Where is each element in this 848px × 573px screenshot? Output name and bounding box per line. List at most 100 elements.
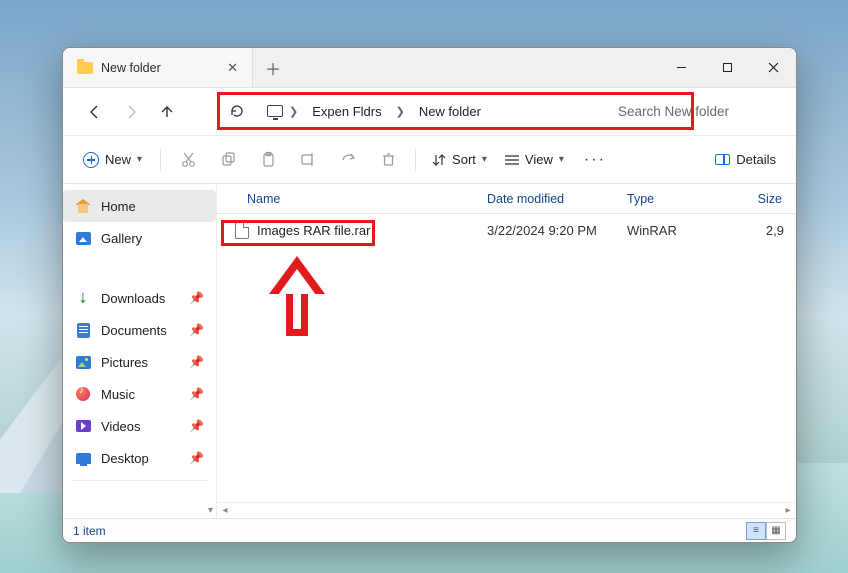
sidebar-item-downloads[interactable]: ⭣ Downloads 📌 (63, 282, 216, 314)
column-header-type[interactable]: Type (617, 192, 727, 206)
maximize-button[interactable] (704, 48, 750, 87)
tab-title: New folder (101, 61, 161, 75)
music-icon (75, 386, 91, 402)
file-list-area: Name Date modified Type Size Images RAR … (217, 184, 796, 518)
pin-icon: 📌 (189, 387, 204, 401)
sort-icon (432, 153, 446, 167)
new-label: New (105, 152, 131, 167)
view-button[interactable]: View ▾ (497, 146, 572, 173)
close-button[interactable] (750, 48, 796, 87)
sidebar-item-label: Pictures (101, 355, 148, 370)
titlebar: New folder ✕ ＋ (63, 48, 796, 88)
search-input[interactable] (618, 104, 738, 119)
scroll-left-icon[interactable]: ◂ (217, 505, 233, 516)
sidebar-item-home[interactable]: Home (63, 190, 216, 222)
navigation-pane: Home Gallery ⭣ Downloads 📌 Documents (63, 184, 217, 518)
explorer-body: Home Gallery ⭣ Downloads 📌 Documents (63, 184, 796, 518)
chevron-down-icon: ▾ (137, 154, 142, 165)
sort-button[interactable]: Sort ▾ (424, 146, 495, 173)
search-box[interactable] (618, 94, 738, 128)
sort-label: Sort (452, 152, 476, 167)
status-item-count: 1 item (73, 524, 106, 538)
address-bar[interactable]: ❯ Expen Fldrs ❯ New folder (223, 94, 489, 128)
status-bar: 1 item ≡ ▦ (63, 518, 796, 542)
more-button[interactable]: ··· (574, 145, 616, 175)
horizontal-scrollbar[interactable]: ◂ ▸ (217, 502, 796, 518)
command-bar: New ▾ Sort ▾ View ▾ ··· (63, 136, 796, 184)
view-label: View (525, 152, 553, 167)
pin-icon: 📌 (189, 419, 204, 433)
sidebar-item-label: Gallery (101, 231, 142, 246)
cut-button[interactable] (169, 142, 207, 178)
sidebar-item-label: Downloads (101, 291, 165, 306)
paste-button[interactable] (249, 142, 287, 178)
gallery-icon (75, 230, 91, 246)
sidebar-item-documents[interactable]: Documents 📌 (63, 314, 216, 346)
videos-icon (75, 418, 91, 434)
sidebar-item-gallery[interactable]: Gallery (63, 222, 216, 254)
sidebar-item-label: Videos (101, 419, 141, 434)
home-icon (75, 198, 91, 214)
column-headers: Name Date modified Type Size (217, 184, 796, 214)
view-icon (505, 154, 519, 166)
delete-button[interactable] (369, 142, 407, 178)
pin-icon: 📌 (189, 355, 204, 369)
desktop-icon (75, 450, 91, 466)
details-view-mode-button[interactable]: ≡ (746, 522, 766, 540)
navigation-bar: ❯ Expen Fldrs ❯ New folder (63, 88, 796, 136)
new-button[interactable]: New ▾ (73, 146, 152, 174)
breadcrumb-segment[interactable]: Expen Fldrs (304, 100, 389, 123)
column-header-date[interactable]: Date modified (477, 192, 617, 206)
forward-button[interactable] (113, 94, 149, 130)
sidebar-scroll-down-icon[interactable]: ▾ (208, 505, 213, 516)
tab-close-icon[interactable]: ✕ (227, 60, 238, 76)
file-size: 2,9 (727, 223, 796, 238)
scroll-right-icon[interactable]: ▸ (780, 505, 796, 516)
plus-icon (83, 152, 99, 168)
share-button[interactable] (329, 142, 367, 178)
sidebar-item-label: Documents (101, 323, 167, 338)
chevron-right-icon[interactable]: ❯ (287, 105, 300, 118)
file-type: WinRAR (617, 223, 727, 238)
window-tab[interactable]: New folder ✕ (63, 48, 253, 87)
sidebar-item-label: Desktop (101, 451, 149, 466)
sidebar-item-videos[interactable]: Videos 📌 (63, 410, 216, 442)
pin-icon: 📌 (189, 323, 204, 337)
copy-button[interactable] (209, 142, 247, 178)
sidebar-item-pictures[interactable]: Pictures 📌 (63, 346, 216, 378)
sidebar-divider (71, 480, 208, 481)
separator (160, 149, 161, 171)
sidebar-item-desktop[interactable]: Desktop 📌 (63, 442, 216, 474)
minimize-button[interactable] (658, 48, 704, 87)
sidebar-item-label: Music (101, 387, 135, 402)
large-icons-view-mode-button[interactable]: ▦ (766, 522, 786, 540)
documents-icon (75, 322, 91, 338)
sidebar-item-label: Home (101, 199, 136, 214)
column-header-size[interactable]: Size (727, 192, 796, 206)
details-pane-button[interactable]: Details (705, 146, 786, 173)
pictures-icon (75, 354, 91, 370)
pin-icon: 📌 (189, 291, 204, 305)
breadcrumb-segment[interactable]: New folder (411, 100, 489, 123)
pin-icon: 📌 (189, 451, 204, 465)
sidebar-item-music[interactable]: Music 📌 (63, 378, 216, 410)
file-explorer-window: New folder ✕ ＋ (62, 47, 797, 543)
annotation-up-arrow (269, 256, 325, 294)
separator (415, 149, 416, 171)
rename-button[interactable] (289, 142, 327, 178)
details-pane-icon (715, 154, 730, 165)
refresh-button[interactable] (223, 93, 251, 129)
chevron-right-icon[interactable]: ❯ (394, 105, 407, 118)
chevron-down-icon: ▾ (482, 154, 487, 165)
new-tab-button[interactable]: ＋ (253, 48, 293, 87)
annotation-file-highlight (221, 220, 375, 246)
desktop-wallpaper: New folder ✕ ＋ (0, 0, 848, 573)
folder-icon (77, 62, 93, 74)
back-button[interactable] (77, 94, 113, 130)
column-header-name[interactable]: Name (217, 192, 477, 206)
this-pc-icon (267, 103, 283, 119)
up-button[interactable] (149, 94, 185, 130)
file-date: 3/22/2024 9:20 PM (477, 223, 617, 238)
chevron-down-icon: ▾ (559, 154, 564, 165)
downloads-icon: ⭣ (75, 290, 91, 306)
